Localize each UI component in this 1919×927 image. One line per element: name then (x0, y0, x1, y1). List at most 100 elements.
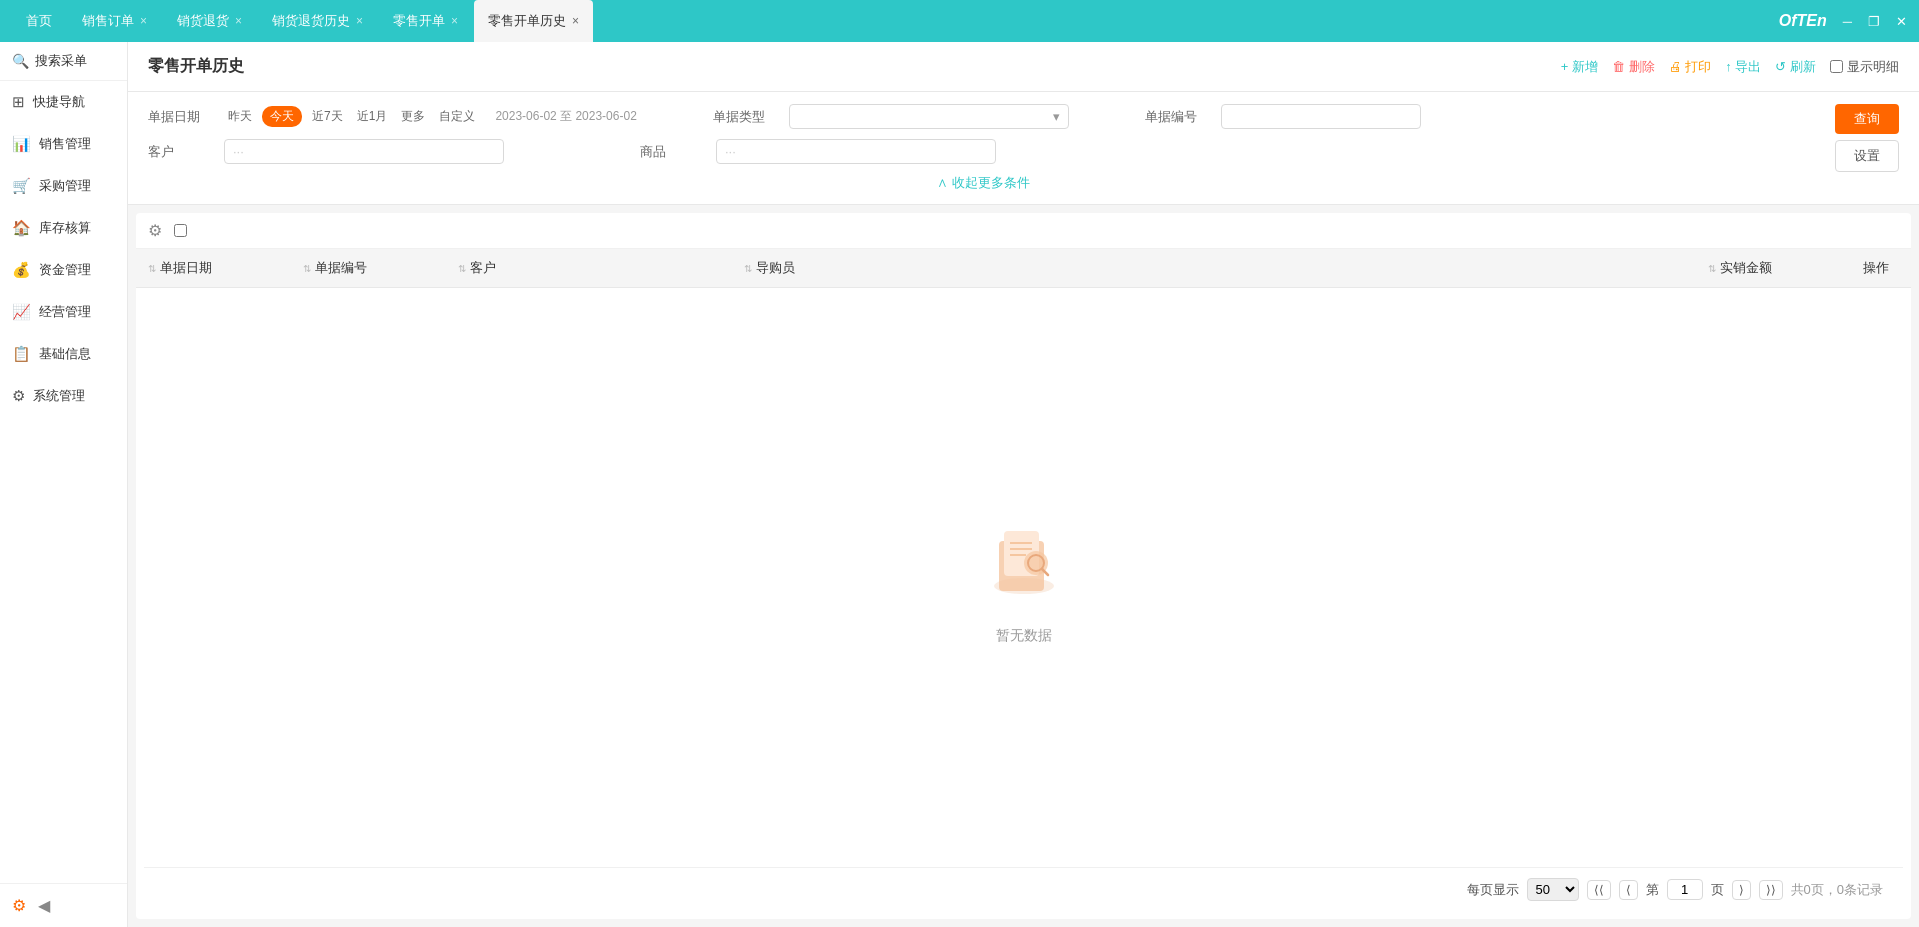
tab-close-sales-order[interactable]: × (140, 14, 147, 28)
sidebar-item-sales-mgmt[interactable]: 📊 销售管理 (0, 123, 127, 165)
tab-close-sales-return-history[interactable]: × (356, 14, 363, 28)
page-size-select[interactable]: 50 10 20 100 (1527, 878, 1579, 901)
gear-icon[interactable]: ⚙ (148, 221, 162, 240)
filter-settings-button[interactable]: 设置 (1835, 140, 1899, 172)
customer-select[interactable]: ··· (224, 139, 504, 164)
add-button[interactable]: + 新增 (1561, 58, 1598, 76)
table-toolbar: ⚙ (136, 213, 1911, 249)
filter-row-1: 单据日期 昨天 今天 近7天 近1月 更多 自定义 2023-06-02 至 2… (148, 104, 1819, 129)
system-icon: ⚙ (12, 387, 25, 405)
sidebar-item-quick-nav[interactable]: ⊞ 快捷导航 (0, 81, 127, 123)
delete-button[interactable]: 🗑 删除 (1612, 58, 1655, 76)
page-actions: + 新增 🗑 删除 🖨 打印 ↑ 导出 ↺ 刷新 显示明细 (1561, 58, 1899, 76)
sidebar-collapse-icon[interactable]: ◀ (38, 896, 50, 915)
doc-type-arrow: ▾ (1053, 109, 1060, 124)
show-detail-check[interactable]: 显示明细 (1830, 58, 1899, 76)
sidebar-search[interactable]: 🔍 搜索采单 (0, 42, 127, 81)
date-btn-more[interactable]: 更多 (397, 106, 429, 127)
th-guide[interactable]: ⇅ 导购员 (732, 249, 887, 287)
first-page-btn[interactable]: ⟨⟨ (1587, 880, 1611, 900)
show-detail-checkbox[interactable] (1830, 60, 1843, 73)
customer-value: ··· (233, 144, 495, 159)
tab-sales-return[interactable]: 销货退货 × (163, 0, 256, 42)
collapse-btn[interactable]: ∧ 收起更多条件 (148, 174, 1819, 192)
next-page-btn[interactable]: ⟩ (1732, 880, 1751, 900)
sidebar-item-purchase-mgmt[interactable]: 🛒 采购管理 (0, 165, 127, 207)
pagination-bar: 每页显示 50 10 20 100 ⟨⟨ ⟨ 第 页 ⟩ ⟩⟩ 共0页，0条记录 (144, 867, 1903, 911)
page-input[interactable] (1667, 879, 1703, 900)
brand-label: OfTEn (1779, 12, 1827, 30)
export-button[interactable]: ↑ 导出 (1725, 58, 1761, 76)
doc-num-input[interactable] (1221, 104, 1421, 129)
tab-retail-history[interactable]: 零售开单历史 × (474, 0, 593, 42)
sort-guide-icon: ⇅ (744, 263, 752, 274)
date-btn-month[interactable]: 近1月 (353, 106, 392, 127)
content-wrapper: ⚙ ⇅ 单据日期 ⇅ 单据编号 ⇅ 客户 ⇅ 导购员 (136, 213, 1911, 919)
th-client[interactable]: ⇅ 客户 (446, 249, 732, 287)
sort-amount-icon: ⇅ (1708, 263, 1716, 274)
sort-date-icon: ⇅ (148, 263, 156, 274)
select-all-checkbox[interactable] (174, 224, 187, 237)
tab-close-retail-open[interactable]: × (451, 14, 458, 28)
th-date[interactable]: ⇅ 单据日期 (136, 249, 291, 287)
query-btns: 查询 设置 (1835, 104, 1899, 172)
tab-sales-return-history[interactable]: 销货退货历史 × (258, 0, 377, 42)
goods-value: ··· (725, 144, 987, 159)
sidebar-settings-icon[interactable]: ⚙ (12, 896, 26, 915)
filter-row-2: 客户 ··· 商品 ··· (148, 139, 1819, 164)
date-btn-yesterday[interactable]: 昨天 (224, 106, 256, 127)
sidebar-item-label: 经营管理 (39, 303, 91, 321)
query-button[interactable]: 查询 (1835, 104, 1899, 134)
sidebar-item-system[interactable]: ⚙ 系统管理 (0, 375, 127, 417)
sort-num-icon: ⇅ (303, 263, 311, 274)
inventory-icon: 🏠 (12, 219, 31, 237)
empty-illustration (974, 511, 1074, 611)
tab-home[interactable]: 首页 (12, 0, 66, 42)
date-range: 2023-06-02 至 2023-06-02 (495, 108, 636, 125)
refresh-button[interactable]: ↺ 刷新 (1775, 58, 1816, 76)
last-page-btn[interactable]: ⟩⟩ (1759, 880, 1783, 900)
tab-list: 首页 销售订单 × 销货退货 × 销货退货历史 × 零售开单 × 零售开单历史 … (12, 0, 593, 42)
content-area: 零售开单历史 + 新增 🗑 删除 🖨 打印 ↑ 导出 ↺ 刷新 显示明细 单据 (128, 42, 1919, 927)
print-button[interactable]: 🖨 打印 (1669, 58, 1712, 76)
doc-type-label: 单据类型 (713, 108, 773, 126)
sidebar-item-inventory[interactable]: 🏠 库存核算 (0, 207, 127, 249)
date-btn-today[interactable]: 今天 (262, 106, 302, 127)
goods-label: 商品 (640, 143, 700, 161)
tab-retail-open[interactable]: 零售开单 × (379, 0, 472, 42)
minimize-btn[interactable]: ─ (1843, 14, 1852, 29)
tab-close-sales-return[interactable]: × (235, 14, 242, 28)
sidebar-item-label: 销售管理 (39, 135, 91, 153)
page-title: 零售开单历史 (148, 56, 244, 77)
goods-select[interactable]: ··· (716, 139, 996, 164)
filter-section: 单据日期 昨天 今天 近7天 近1月 更多 自定义 2023-06-02 至 2… (148, 104, 1899, 192)
sort-client-icon: ⇅ (458, 263, 466, 274)
empty-state: 暂无数据 (136, 288, 1911, 867)
sidebar-item-finance[interactable]: 💰 资金管理 (0, 249, 127, 291)
doc-type-select[interactable]: ▾ (789, 104, 1069, 129)
th-num[interactable]: ⇅ 单据编号 (291, 249, 446, 287)
sidebar-item-label: 系统管理 (33, 387, 85, 405)
th-amount[interactable]: ⇅ 实销金额 (1696, 249, 1851, 287)
date-btn-week[interactable]: 近7天 (308, 106, 347, 127)
quick-nav-icon: ⊞ (12, 93, 25, 111)
date-btns: 昨天 今天 近7天 近1月 更多 自定义 (224, 106, 479, 127)
sidebar-search-label: 搜索采单 (35, 52, 87, 70)
sidebar-item-label: 采购管理 (39, 177, 91, 195)
restore-btn[interactable]: ❐ (1868, 14, 1880, 29)
doc-num-label: 单据编号 (1145, 108, 1205, 126)
search-icon: 🔍 (12, 53, 29, 69)
tab-close-retail-history[interactable]: × (572, 14, 579, 28)
basic-info-icon: 📋 (12, 345, 31, 363)
page-header: 零售开单历史 + 新增 🗑 删除 🖨 打印 ↑ 导出 ↺ 刷新 显示明细 (128, 42, 1919, 92)
sidebar-item-operations[interactable]: 📈 经营管理 (0, 291, 127, 333)
sidebar: 🔍 搜索采单 ⊞ 快捷导航 📊 销售管理 🛒 采购管理 🏠 库存核算 💰 资金管… (0, 42, 128, 927)
page-word: 第 (1646, 881, 1659, 899)
sidebar-item-label: 库存核算 (39, 219, 91, 237)
prev-page-btn[interactable]: ⟨ (1619, 880, 1638, 900)
page-size-label: 每页显示 (1467, 881, 1519, 899)
close-btn[interactable]: ✕ (1896, 14, 1907, 29)
tab-sales-order[interactable]: 销售订单 × (68, 0, 161, 42)
sidebar-item-basic-info[interactable]: 📋 基础信息 (0, 333, 127, 375)
date-btn-custom[interactable]: 自定义 (435, 106, 479, 127)
